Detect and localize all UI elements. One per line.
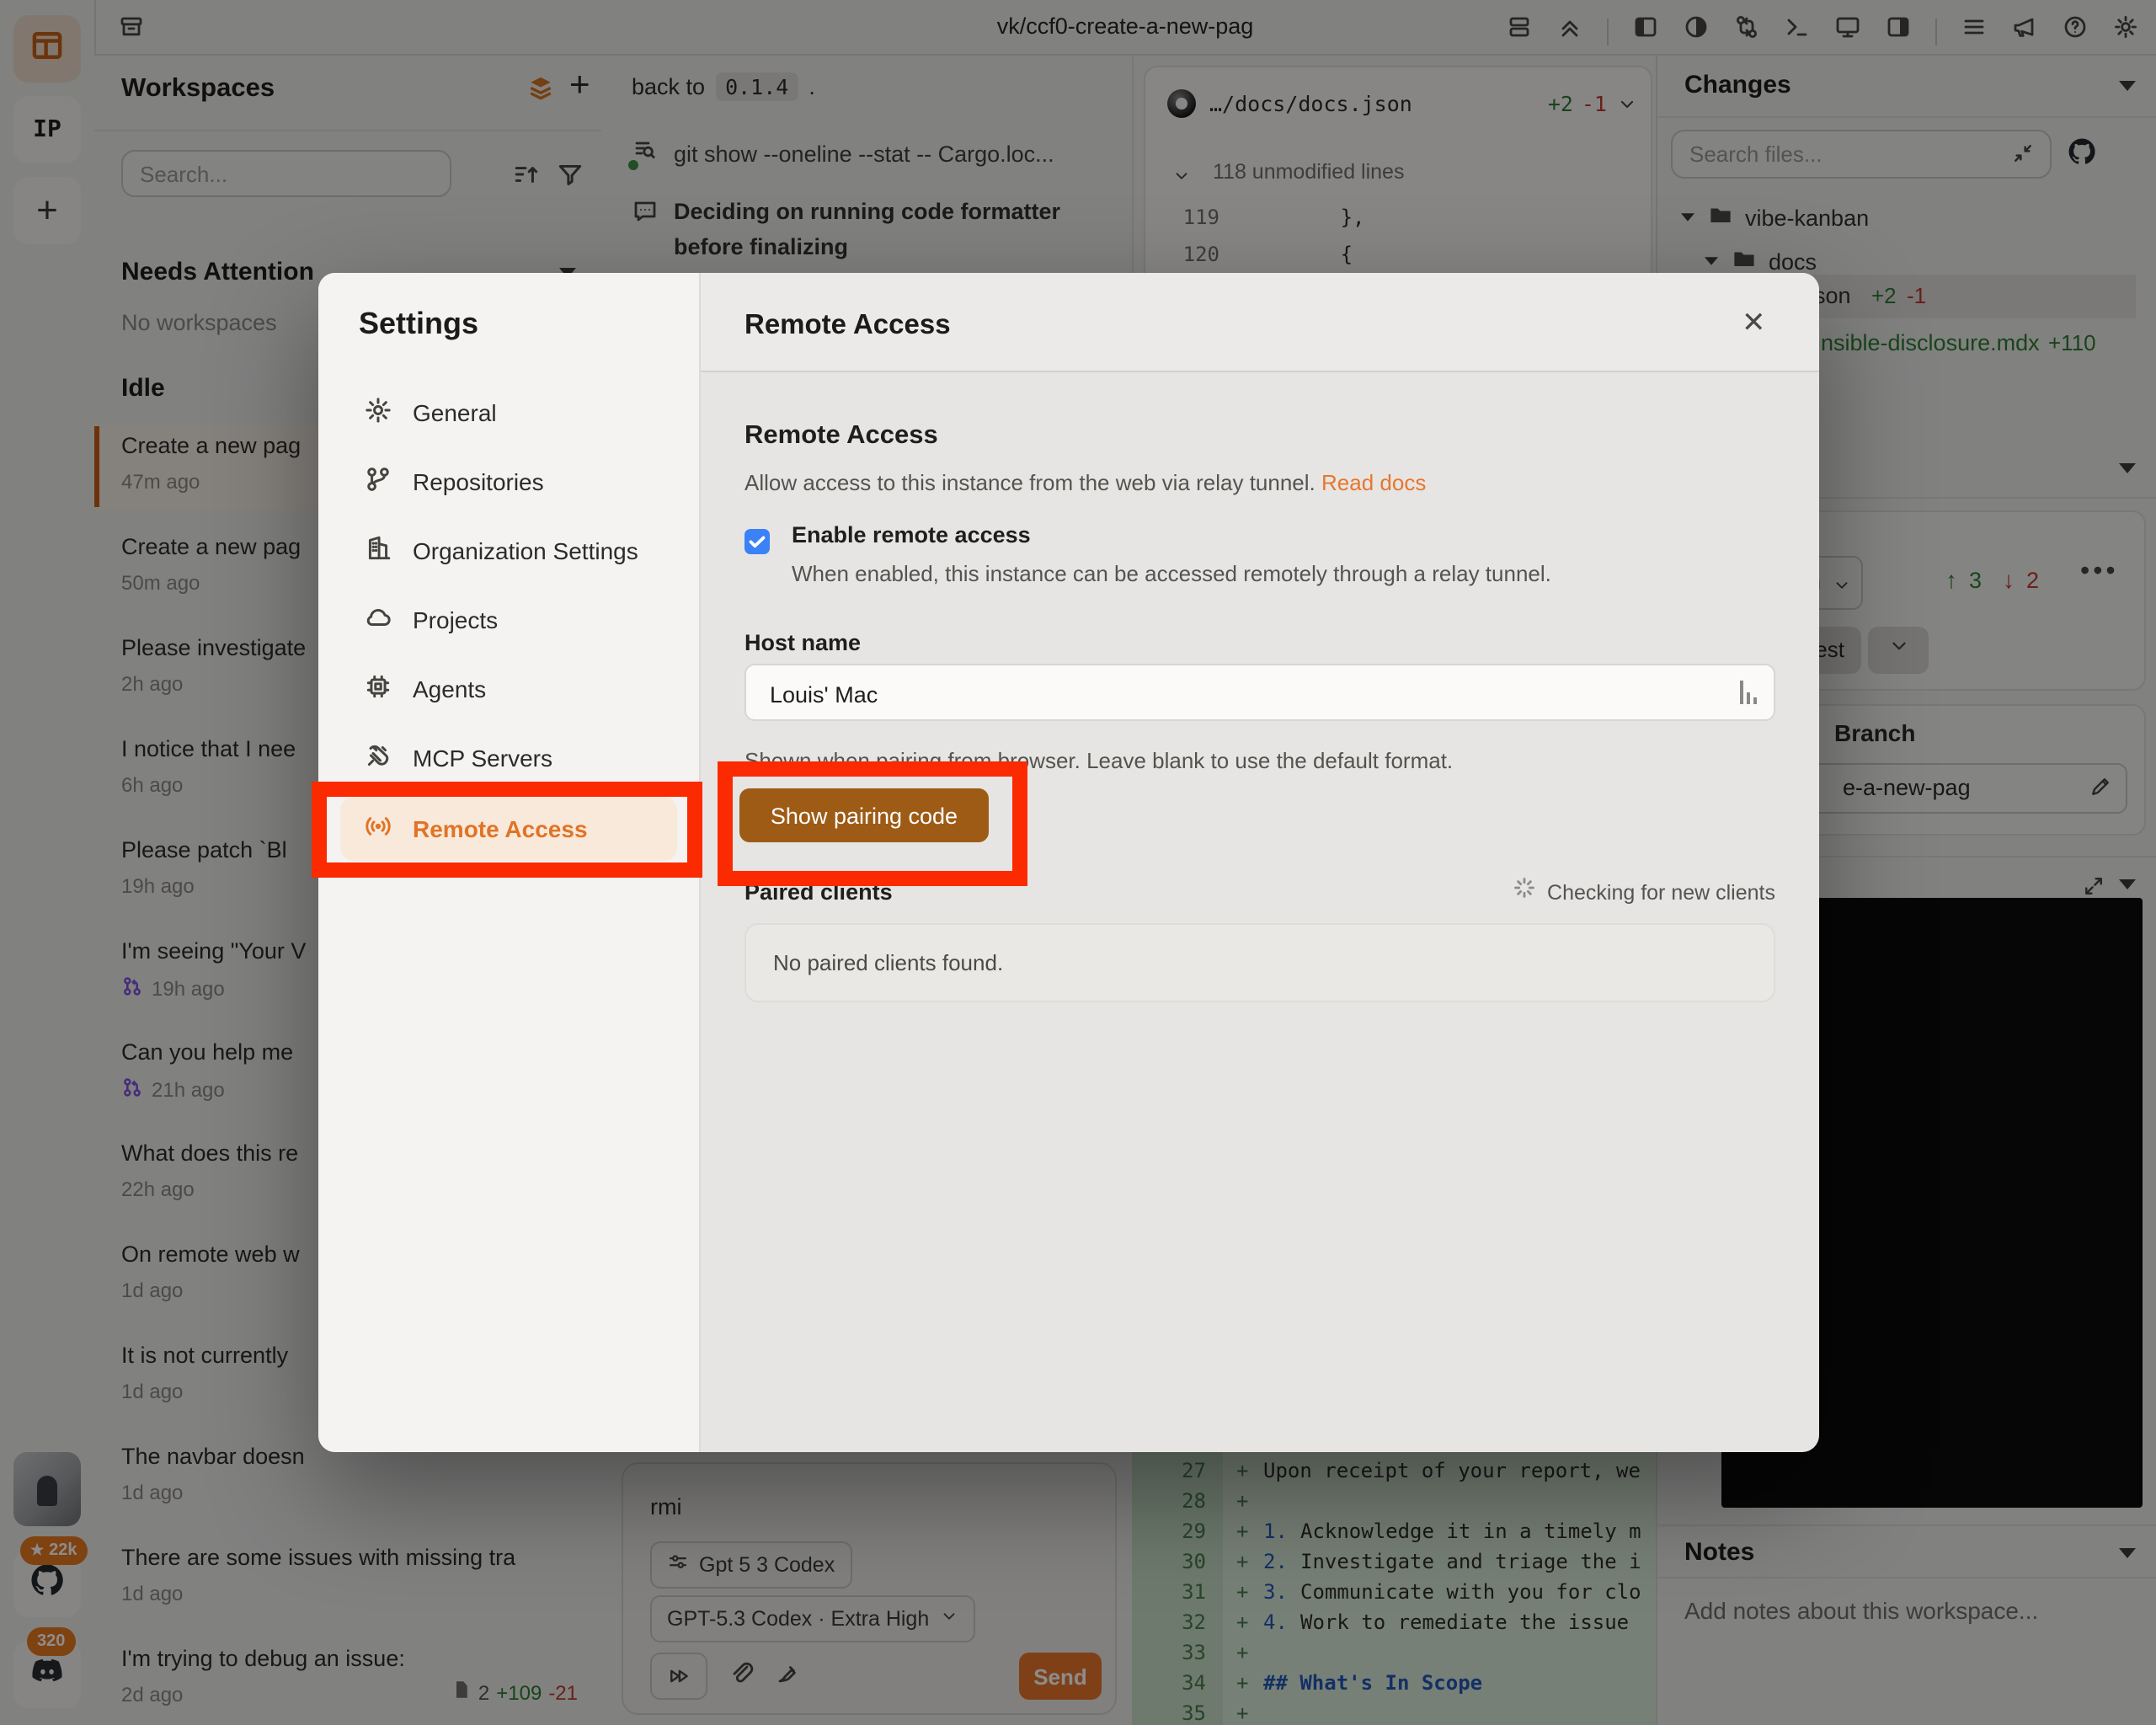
host-name-input[interactable] [766,665,1716,723]
paired-clients-empty-text: No paired clients found. [773,950,1003,975]
enable-remote-label[interactable]: Enable remote access [792,522,1031,547]
host-name-field [744,664,1775,721]
building-icon [364,534,392,568]
close-button[interactable]: ✕ [1742,307,1766,340]
nav-item-repositories[interactable]: Repositories [340,450,677,514]
enable-remote-help: When enabled, this instance can be acces… [792,561,1551,586]
checking-clients-status: Checking for new clients [1547,880,1775,904]
nav-item-organization-settings[interactable]: Organization Settings [340,519,677,583]
plug-icon [364,741,392,775]
pane-title: Remote Access [744,310,951,342]
host-name-label: Host name [744,630,861,655]
annotation-box-remote-access-nav [312,782,702,878]
cpu-chip-icon [364,672,392,706]
paired-clients-empty-box: No paired clients found. [744,923,1775,1002]
gear-icon [364,396,392,430]
spinner-icon [1512,876,1535,908]
enable-remote-checkbox[interactable] [744,529,770,554]
nav-item-projects[interactable]: Projects [340,588,677,652]
nav-item-general[interactable]: General [340,381,677,445]
screenshot: vk/ccf0-create-a-new-pag IP + [0,0,2156,1725]
cursor-bars-icon [1740,681,1757,704]
git-branch-icon [364,465,392,499]
cloud-icon [364,603,392,637]
annotation-box-pairing-button [718,761,1027,886]
nav-item-agents[interactable]: Agents [340,657,677,721]
nav-item-mcp-servers[interactable]: MCP Servers [340,726,677,790]
remote-access-description: Allow access to this instance from the w… [744,470,1315,495]
read-docs-link[interactable]: Read docs [1321,470,1426,495]
settings-title: Settings [359,307,478,342]
remote-access-section-title: Remote Access [744,421,938,451]
